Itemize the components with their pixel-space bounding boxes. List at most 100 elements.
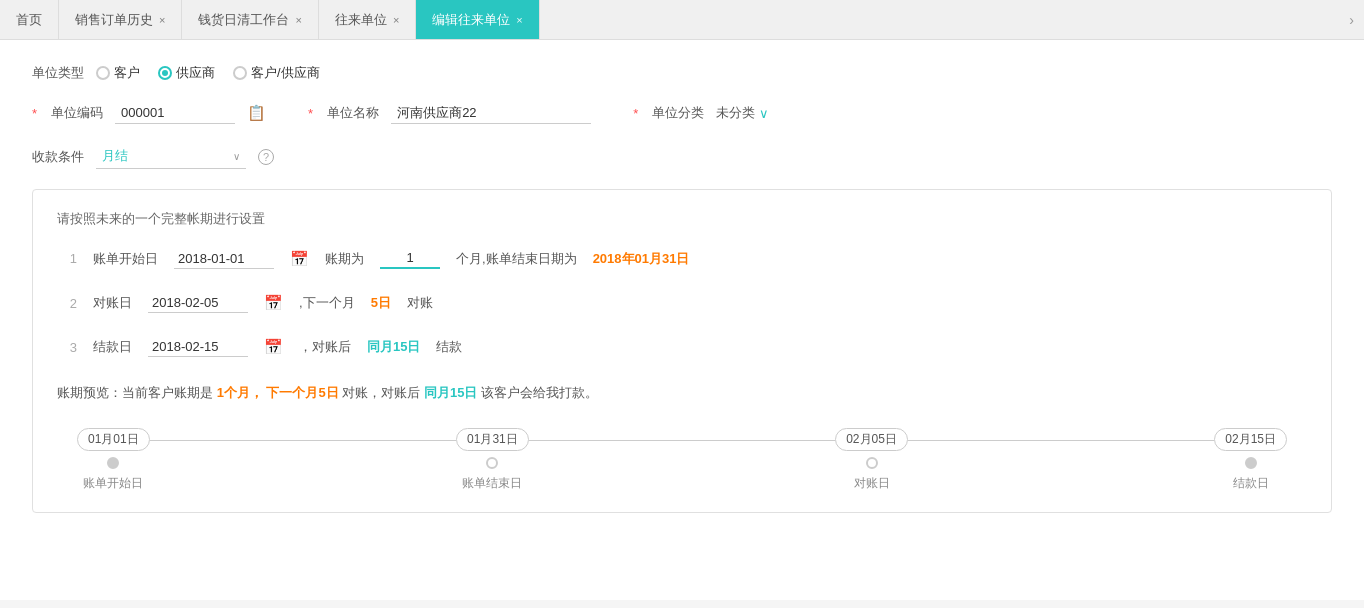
unit-name-star: * <box>308 106 313 121</box>
step-1-row: 1 账单开始日 📅 账期为 个月,账单结束日期为 2018年01月31日 <box>57 248 1307 269</box>
timeline-dot-3 <box>866 457 878 469</box>
unit-type-label: 单位类型 <box>32 64 84 82</box>
unit-code-star: * <box>32 106 37 121</box>
tab-home-label: 首页 <box>16 11 42 29</box>
step-1-text-after: 个月,账单结束日期为 <box>456 250 577 268</box>
preview-part2: 下一个月5日 <box>266 385 338 400</box>
tab-cash-work-close[interactable]: × <box>295 14 301 26</box>
step-2-num: 2 <box>57 296 77 311</box>
timeline-label-2: 账单结束日 <box>462 475 522 492</box>
tabs-more-button[interactable]: › <box>1339 0 1364 39</box>
timeline-dot-1 <box>107 457 119 469</box>
unit-category-value: 未分类 <box>716 104 755 122</box>
preview-mid: 对账，对账后 <box>342 385 420 400</box>
tab-edit-partner-label: 编辑往来单位 <box>432 11 510 29</box>
tab-edit-partner[interactable]: 编辑往来单位 × <box>416 0 539 39</box>
timeline-points: 01月01日 账单开始日 01月31日 账单结束日 02月05日 <box>77 428 1287 492</box>
unit-category-arrow-icon: ∨ <box>759 106 769 121</box>
step-3-calendar-icon[interactable]: 📅 <box>264 338 283 356</box>
timeline-point-4: 02月15日 结款日 <box>1214 428 1287 492</box>
radio-customer-circle <box>96 66 110 80</box>
unit-category-star: * <box>633 106 638 121</box>
payment-condition-arrow-icon: ∨ <box>233 151 240 162</box>
tab-edit-partner-close[interactable]: × <box>516 14 522 26</box>
step-2-label: 对账日 <box>93 294 132 312</box>
step-3-date-input[interactable] <box>148 337 248 357</box>
preview-end: 该客户会给我打款。 <box>481 385 598 400</box>
radio-both-label: 客户/供应商 <box>251 64 320 82</box>
radio-customer[interactable]: 客户 <box>96 64 140 82</box>
step-3-num: 3 <box>57 340 77 355</box>
step-3-label: 结款日 <box>93 338 132 356</box>
unit-category-select[interactable]: 未分类 ∨ <box>716 104 876 122</box>
timeline-badge-3: 02月05日 <box>835 428 908 451</box>
tabs-bar: 首页 销售订单历史 × 钱货日清工作台 × 往来单位 × 编辑往来单位 × › <box>0 0 1364 40</box>
radio-both[interactable]: 客户/供应商 <box>233 64 320 82</box>
preview-text: 账期预览：当前客户账期是 1个月， 下一个月5日 对账，对账后 同月15日 该客… <box>57 381 1307 404</box>
timeline-point-2: 01月31日 账单结束日 <box>456 428 529 492</box>
radio-both-circle <box>233 66 247 80</box>
unit-name-label: 单位名称 <box>327 104 379 122</box>
timeline-label-3: 对账日 <box>854 475 890 492</box>
step-2-calendar-icon[interactable]: 📅 <box>264 294 283 312</box>
step-1-text-before: 账期为 <box>325 250 364 268</box>
unit-code-label: 单位编码 <box>51 104 103 122</box>
unit-name-input[interactable] <box>391 102 591 124</box>
unit-type-row: 单位类型 客户 供应商 客户/供应商 <box>32 64 1332 82</box>
radio-supplier[interactable]: 供应商 <box>158 64 215 82</box>
step-3-text-before: ，对账后 <box>299 338 351 356</box>
step-3-row: 3 结款日 📅 ，对账后 同月15日 结款 <box>57 337 1307 357</box>
step-2-text-end: 对账 <box>407 294 433 312</box>
help-icon[interactable]: ? <box>258 149 274 165</box>
step-3-text-end: 结款 <box>436 338 462 356</box>
tab-cash-work[interactable]: 钱货日清工作台 × <box>182 0 318 39</box>
step-2-row: 2 对账日 📅 ,下一个月 5日 对账 <box>57 293 1307 313</box>
timeline-badge-2: 01月31日 <box>456 428 529 451</box>
tab-sales-history-label: 销售订单历史 <box>75 11 153 29</box>
timeline-label-4: 结款日 <box>1233 475 1269 492</box>
step-2-text-before: ,下一个月 <box>299 294 355 312</box>
timeline-dot-4 <box>1245 457 1257 469</box>
step-1-end-date: 2018年01月31日 <box>593 250 690 268</box>
timeline-dot-2 <box>486 457 498 469</box>
payment-condition-label: 收款条件 <box>32 148 84 166</box>
step-2-date-input[interactable] <box>148 293 248 313</box>
unit-code-calendar-icon[interactable]: 📋 <box>247 104 266 122</box>
timeline-badge-1: 01月01日 <box>77 428 150 451</box>
tab-partner-unit-close[interactable]: × <box>393 14 399 26</box>
tab-cash-work-label: 钱货日清工作台 <box>198 11 289 29</box>
timeline-point-3: 02月05日 对账日 <box>835 428 908 492</box>
payment-condition-dropdown[interactable]: 月结 ∨ <box>96 144 246 169</box>
timeline-connector-3 <box>908 440 1214 441</box>
timeline-point-1: 01月01日 账单开始日 <box>77 428 150 492</box>
tab-sales-history[interactable]: 销售订单历史 × <box>59 0 182 39</box>
step-1-num: 1 <box>57 251 77 266</box>
step-1-calendar-icon[interactable]: 📅 <box>290 250 309 268</box>
tab-sales-history-close[interactable]: × <box>159 14 165 26</box>
step-3-highlight: 同月15日 <box>367 338 420 356</box>
tab-partner-unit[interactable]: 往来单位 × <box>319 0 416 39</box>
step-1-period-input[interactable] <box>380 248 440 269</box>
step-1-date-input[interactable] <box>174 249 274 269</box>
content-area: 单位类型 客户 供应商 客户/供应商 * 单位编码 📋 * 单位名称 * 单位分… <box>0 40 1364 600</box>
preview-part3: 同月15日 <box>424 385 477 400</box>
step-2-highlight: 5日 <box>371 294 391 312</box>
timeline-label-1: 账单开始日 <box>83 475 143 492</box>
step-1-label: 账单开始日 <box>93 250 158 268</box>
unit-code-input[interactable] <box>115 102 235 124</box>
payment-condition-value: 月结 <box>102 147 229 165</box>
tab-home[interactable]: 首页 <box>0 0 59 39</box>
radio-supplier-circle <box>158 66 172 80</box>
radio-supplier-label: 供应商 <box>176 64 215 82</box>
preview-part1: 1个月， <box>217 385 263 400</box>
preview-label: 账期预览：当前客户账期是 <box>57 385 213 400</box>
timeline-connector-2 <box>529 440 835 441</box>
unit-type-radio-group: 客户 供应商 客户/供应商 <box>96 64 320 82</box>
timeline-badge-4: 02月15日 <box>1214 428 1287 451</box>
period-section: 请按照未来的一个完整帐期进行设置 1 账单开始日 📅 账期为 个月,账单结束日期… <box>32 189 1332 513</box>
tab-partner-unit-label: 往来单位 <box>335 11 387 29</box>
section-title: 请按照未来的一个完整帐期进行设置 <box>57 210 1307 228</box>
timeline-connector-1 <box>150 440 456 441</box>
radio-customer-label: 客户 <box>114 64 140 82</box>
unit-info-row: * 单位编码 📋 * 单位名称 * 单位分类 未分类 ∨ <box>32 102 1332 124</box>
